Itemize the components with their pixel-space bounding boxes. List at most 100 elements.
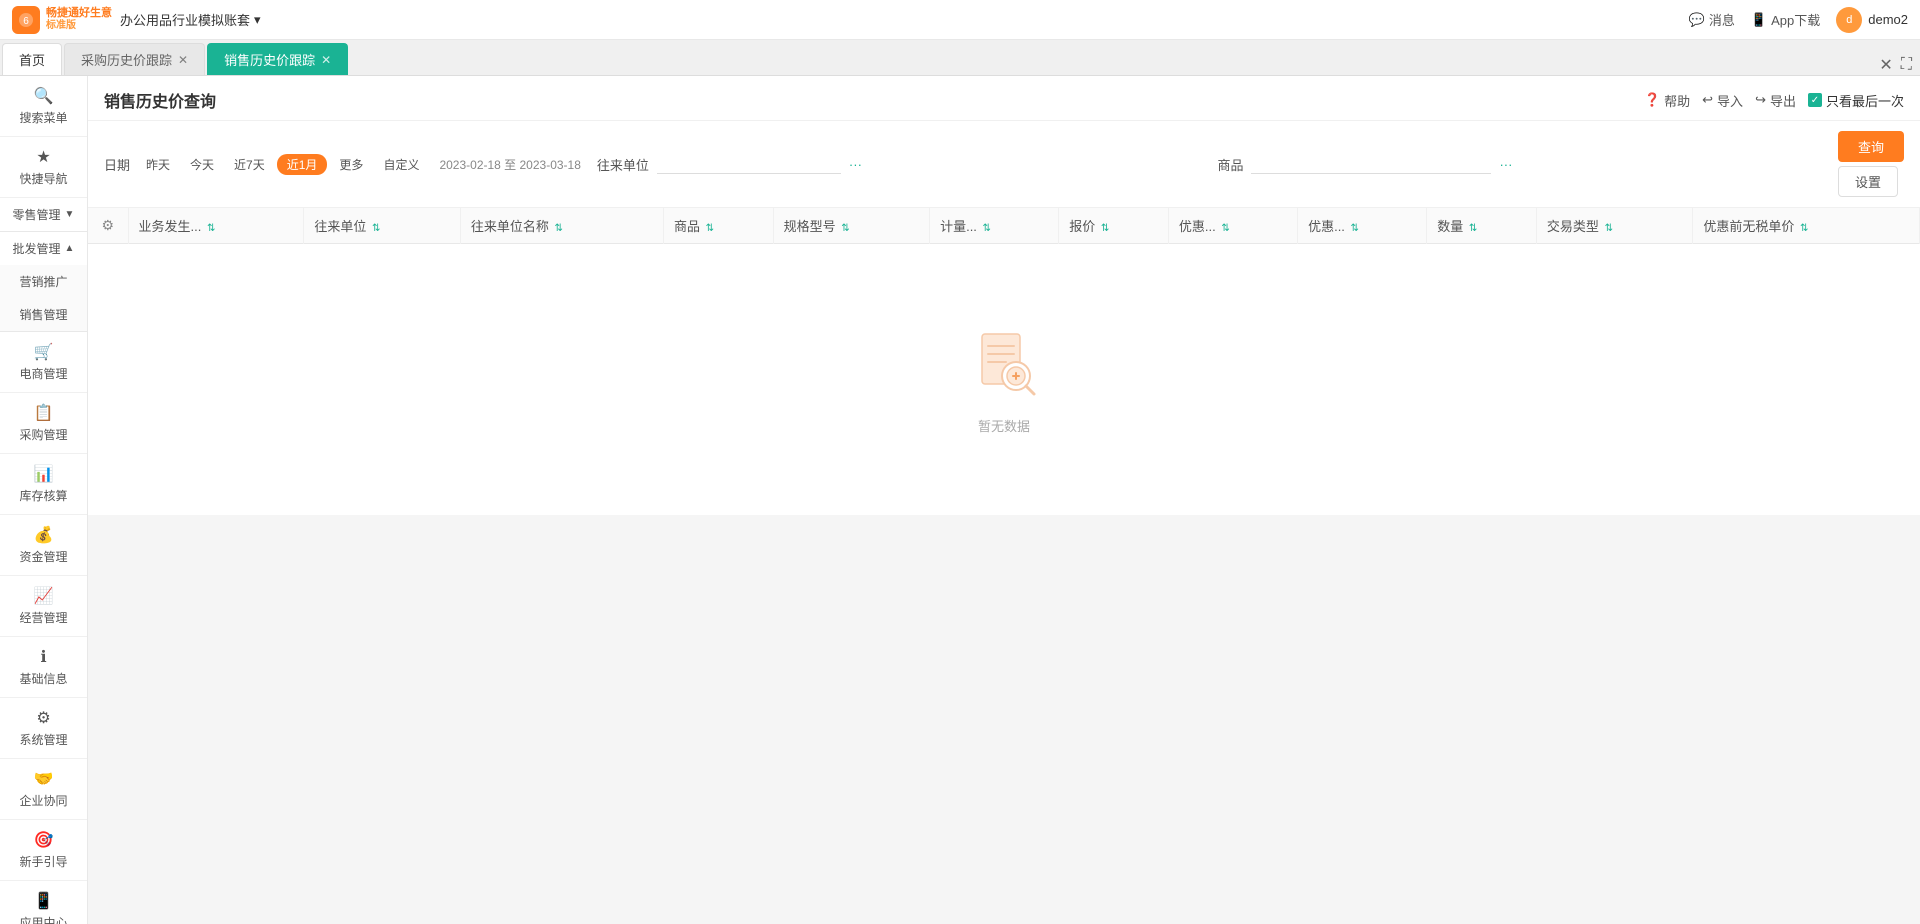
page-actions: ❓ 帮助 ↩ 导入 ↪ 导出 ✓ 只看最后一次 — [1644, 91, 1904, 110]
top-bar: 6 畅捷通好生意 标准版 办公用品行业模拟账套 ▾ 💬 消息 📱 App下载 d… — [0, 0, 1920, 40]
enterprise-label: 企业协同 — [19, 792, 67, 809]
col-discount1[interactable]: 优惠... ⇅ — [1168, 208, 1297, 244]
gear-icon: ⚙ — [101, 217, 114, 233]
sidebar-item-inventory[interactable]: 📊 库存核算 — [0, 454, 87, 515]
marketing-label: 营销推广 — [19, 275, 67, 289]
enterprise-icon: 🤝 — [34, 769, 54, 789]
inventory-icon: 📊 — [34, 464, 54, 484]
inventory-label: 库存核算 — [19, 487, 67, 504]
app-download-button[interactable]: 📱 App下载 — [1751, 10, 1820, 29]
dropdown-icon: ▾ — [254, 12, 261, 28]
col-goods[interactable]: 商品 ⇅ — [663, 208, 773, 244]
sidebar-item-operation[interactable]: 📈 经营管理 — [0, 576, 87, 637]
sidebar-item-sales-mgmt[interactable]: 销售管理 — [0, 298, 87, 331]
tab-home[interactable]: 首页 — [2, 43, 62, 75]
tab-purchase-history[interactable]: 采购历史价跟踪 ✕ — [64, 43, 205, 75]
top-bar-right: 💬 消息 📱 App下载 d demo2 — [1689, 7, 1908, 33]
tab-sales-history[interactable]: 销售历史价跟踪 ✕ — [207, 43, 348, 75]
date-btn-yesterday[interactable]: 昨天 — [138, 154, 178, 175]
finance-label: 资金管理 — [19, 548, 67, 565]
date-filter-group: 日期 昨天 今天 近7天 近1月 更多 自定义 2023-02-18 至 202… — [104, 154, 581, 175]
export-icon: ↪ — [1755, 92, 1766, 108]
col-spec[interactable]: 规格型号 ⇅ — [773, 208, 929, 244]
sidebar-item-appstore[interactable]: 📱 应用中心 — [0, 881, 87, 924]
query-button[interactable]: 查询 — [1838, 131, 1904, 162]
basic-icon: ℹ — [40, 647, 46, 667]
appstore-label: 应用中心 — [19, 914, 67, 924]
col-biz-date[interactable]: 业务发生... ⇅ — [128, 208, 304, 244]
settings-button[interactable]: 设置 — [1838, 166, 1898, 197]
col-partner-id[interactable]: 往来单位 ⇅ — [304, 208, 460, 244]
export-button[interactable]: ↪ 导出 — [1755, 91, 1796, 110]
sidebar-item-basic[interactable]: ℹ 基础信息 — [0, 637, 87, 698]
checkbox-checked-icon: ✓ — [1808, 93, 1822, 107]
tab-actions: ✕ ⛶ — [1879, 55, 1920, 75]
col-partner-name[interactable]: 往来单位名称 ⇅ — [460, 208, 663, 244]
company-select[interactable]: 办公用品行业模拟账套 ▾ — [120, 10, 261, 29]
tab-home-label: 首页 — [19, 50, 45, 69]
purchase-icon: 📋 — [34, 403, 54, 423]
date-btn-more[interactable]: 更多 — [331, 154, 371, 175]
col-qty[interactable]: 数量 ⇅ — [1427, 208, 1537, 244]
date-btn-custom[interactable]: 自定义 — [375, 154, 427, 175]
sort-icon: ⇅ — [1351, 223, 1359, 234]
logo-text: 畅捷通好生意 标准版 — [46, 7, 112, 32]
sidebar-item-enterprise[interactable]: 🤝 企业协同 — [0, 759, 87, 820]
sidebar-item-retail[interactable]: 零售管理 ▼ — [0, 198, 87, 231]
sidebar-item-finance[interactable]: 💰 资金管理 — [0, 515, 87, 576]
sidebar-item-purchase[interactable]: 📋 采购管理 — [0, 393, 87, 454]
sidebar-item-ecommerce[interactable]: 🛒 电商管理 — [0, 332, 87, 393]
import-button[interactable]: ↩ 导入 — [1702, 91, 1743, 110]
msg-button[interactable]: 💬 消息 — [1689, 10, 1735, 29]
sidebar-item-marketing[interactable]: 营销推广 — [0, 265, 87, 298]
date-btn-1month[interactable]: 近1月 — [277, 154, 328, 175]
ecommerce-label: 电商管理 — [19, 365, 67, 382]
retail-arrow-icon: ▼ — [65, 209, 75, 220]
col-discount2[interactable]: 优惠... ⇅ — [1298, 208, 1427, 244]
system-icon: ⚙ — [36, 708, 50, 728]
date-buttons: 昨天 今天 近7天 近1月 更多 自定义 — [138, 154, 427, 175]
username-label: demo2 — [1868, 12, 1908, 27]
col-pre-tax-price[interactable]: 优惠前无税单价 ⇅ — [1693, 208, 1920, 244]
goods-dots[interactable]: ··· — [1499, 157, 1512, 172]
help-icon: ❓ — [1644, 92, 1660, 108]
col-unit[interactable]: 计量... ⇅ — [930, 208, 1059, 244]
empty-illustration — [964, 324, 1044, 404]
goods-input[interactable] — [1251, 154, 1491, 174]
tab-purchase-close-icon[interactable]: ✕ — [178, 53, 188, 67]
tab-sales-close-icon[interactable]: ✕ — [321, 53, 331, 67]
only-last-checkbox[interactable]: ✓ 只看最后一次 — [1808, 91, 1904, 110]
sidebar-item-system[interactable]: ⚙ 系统管理 — [0, 698, 87, 759]
col-trade-type[interactable]: 交易类型 ⇅ — [1536, 208, 1692, 244]
filter-bar: 日期 昨天 今天 近7天 近1月 更多 自定义 2023-02-18 至 202… — [88, 121, 1920, 208]
col-price[interactable]: 报价 ⇅ — [1059, 208, 1169, 244]
help-button[interactable]: ❓ 帮助 — [1644, 91, 1690, 110]
retail-label: 零售管理 — [13, 206, 61, 223]
date-btn-7days[interactable]: 近7天 — [226, 154, 273, 175]
col-gear[interactable]: ⚙ — [88, 208, 128, 244]
sidebar-item-wholesale[interactable]: 批发管理 ▲ — [0, 232, 87, 265]
user-area[interactable]: d demo2 — [1836, 7, 1908, 33]
purchase-label: 采购管理 — [19, 426, 67, 443]
sidebar-item-search[interactable]: 🔍 搜索菜单 — [0, 76, 87, 137]
date-range-display: 2023-02-18 至 2023-03-18 — [439, 156, 580, 173]
logo-icon: 6 — [12, 6, 40, 34]
sort-icon: ⇅ — [841, 223, 849, 234]
sort-icon: ⇅ — [372, 223, 380, 234]
sort-icon: ⇅ — [706, 223, 714, 234]
avatar: d — [1836, 7, 1862, 33]
sort-icon: ⇅ — [983, 223, 991, 234]
fullscreen-button[interactable]: ⛶ — [1901, 56, 1912, 74]
page-header: 销售历史价查询 ❓ 帮助 ↩ 导入 ↪ 导出 ✓ — [88, 76, 1920, 121]
sort-icon: ⇅ — [1605, 223, 1613, 234]
sidebar-search-label: 搜索菜单 — [19, 109, 67, 126]
sidebar-item-guide[interactable]: 🎯 新手引导 — [0, 820, 87, 881]
partner-input[interactable] — [657, 154, 841, 174]
partner-dots[interactable]: ··· — [849, 157, 862, 172]
close-window-button[interactable]: ✕ — [1879, 55, 1892, 75]
sort-icon: ⇅ — [1469, 223, 1477, 234]
table-header: ⚙ 业务发生... ⇅ 往来单位 ⇅ 往来单位名称 — [88, 208, 1920, 244]
date-btn-today[interactable]: 今天 — [182, 154, 222, 175]
sort-icon: ⇅ — [207, 223, 215, 234]
sidebar-item-quicknav[interactable]: ★ 快捷导航 — [0, 137, 87, 198]
